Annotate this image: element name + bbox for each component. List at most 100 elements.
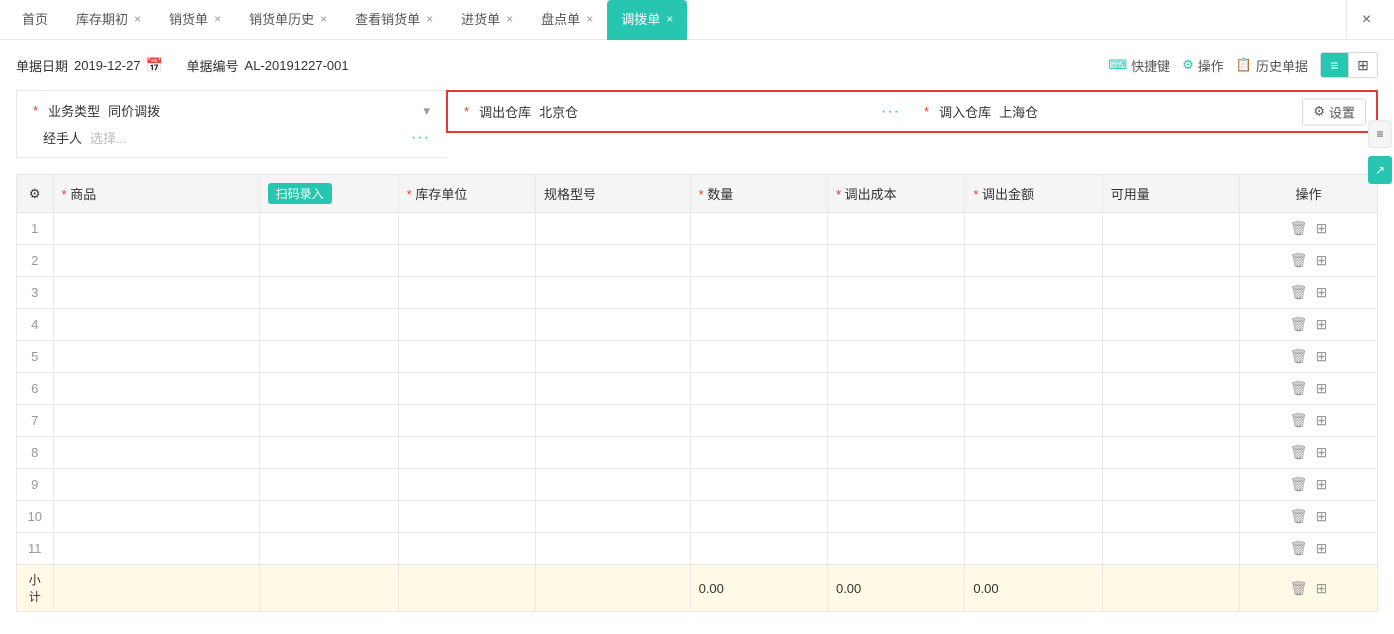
row-3-amount[interactable] — [965, 277, 1102, 309]
copy-icon[interactable]: ⊞ — [1316, 412, 1328, 429]
tab-transfer[interactable]: 调拨单 × — [607, 0, 687, 40]
delete-icon[interactable]: 🗑 — [1290, 540, 1308, 557]
row-5-qty[interactable] — [690, 341, 827, 373]
copy-icon[interactable]: ⊞ — [1316, 380, 1328, 397]
tab-sales-history-close[interactable]: × — [320, 12, 327, 26]
tab-stocktake[interactable]: 盘点单 × — [527, 0, 607, 40]
row-4-spec[interactable] — [536, 309, 691, 341]
row-7-qty[interactable] — [690, 405, 827, 437]
delete-icon[interactable]: 🗑 — [1290, 284, 1308, 301]
delete-icon[interactable]: 🗑 — [1290, 444, 1308, 461]
row-1-amount[interactable] — [965, 213, 1102, 245]
row-11-unit[interactable] — [398, 533, 535, 565]
row-5-amount[interactable] — [965, 341, 1102, 373]
tab-purchase-close[interactable]: × — [506, 12, 513, 26]
copy-icon[interactable]: ⊞ — [1316, 220, 1328, 237]
row-7-unit[interactable] — [398, 405, 535, 437]
row-8-qty[interactable] — [690, 437, 827, 469]
delete-icon[interactable]: 🗑 — [1290, 348, 1308, 365]
tab-sales-history[interactable]: 销货单历史 × — [235, 0, 341, 40]
row-2-spec[interactable] — [536, 245, 691, 277]
tab-inventory-init-close[interactable]: × — [134, 12, 141, 26]
copy-icon[interactable]: ⊞ — [1316, 252, 1328, 269]
delete-icon[interactable]: 🗑 — [1290, 252, 1308, 269]
tab-inventory-init[interactable]: 库存期初 × — [62, 0, 155, 40]
row-10-qty[interactable] — [690, 501, 827, 533]
tab-stocktake-close[interactable]: × — [586, 12, 593, 26]
subtotal-copy-icon[interactable]: ⊞ — [1316, 580, 1328, 597]
row-11-amount[interactable] — [965, 533, 1102, 565]
subtotal-delete-icon[interactable]: 🗑 — [1290, 580, 1308, 597]
delete-icon[interactable]: 🗑 — [1290, 476, 1308, 493]
row-6-product[interactable] — [53, 373, 259, 405]
row-4-product[interactable] — [53, 309, 259, 341]
row-6-amount[interactable] — [965, 373, 1102, 405]
row-9-spec[interactable] — [536, 469, 691, 501]
tab-sales-order[interactable]: 销货单 × — [155, 0, 235, 40]
copy-icon[interactable]: ⊞ — [1316, 508, 1328, 525]
calendar-icon[interactable]: 📅 — [147, 57, 163, 73]
row-9-unit[interactable] — [398, 469, 535, 501]
row-1-unit[interactable] — [398, 213, 535, 245]
history-action[interactable]: 📋 历史单据 — [1236, 56, 1308, 75]
copy-icon[interactable]: ⊞ — [1316, 444, 1328, 461]
row-11-qty[interactable] — [690, 533, 827, 565]
row-5-cost[interactable] — [827, 341, 964, 373]
tab-transfer-close[interactable]: × — [666, 12, 673, 26]
row-5-product[interactable] — [53, 341, 259, 373]
in-warehouse-value[interactable]: 上海仓 — [999, 102, 1333, 121]
row-2-cost[interactable] — [827, 245, 964, 277]
row-6-spec[interactable] — [536, 373, 691, 405]
row-11-cost[interactable] — [827, 533, 964, 565]
delete-icon[interactable]: 🗑 — [1290, 380, 1308, 397]
row-5-unit[interactable] — [398, 341, 535, 373]
row-11-product[interactable] — [53, 533, 259, 565]
row-11-spec[interactable] — [536, 533, 691, 565]
sidebar-expand-btn[interactable]: ↗ — [1368, 156, 1392, 184]
row-4-amount[interactable] — [965, 309, 1102, 341]
copy-icon[interactable]: ⊞ — [1316, 476, 1328, 493]
delete-icon[interactable]: 🗑 — [1290, 412, 1308, 429]
out-warehouse-more-icon[interactable]: ··· — [881, 103, 900, 121]
delete-icon[interactable]: 🗑 — [1290, 220, 1308, 237]
row-6-qty[interactable] — [690, 373, 827, 405]
row-8-cost[interactable] — [827, 437, 964, 469]
row-10-spec[interactable] — [536, 501, 691, 533]
row-10-product[interactable] — [53, 501, 259, 533]
business-type-dropdown-icon[interactable]: ▾ — [423, 103, 430, 119]
row-7-product[interactable] — [53, 405, 259, 437]
row-2-product[interactable] — [53, 245, 259, 277]
list-view-btn[interactable]: ≡ — [1321, 53, 1349, 77]
row-9-qty[interactable] — [690, 469, 827, 501]
handler-value[interactable]: 选择... — [90, 128, 127, 147]
row-2-amount[interactable] — [965, 245, 1102, 277]
operations-action[interactable]: ⚙ 操作 — [1182, 56, 1224, 75]
delete-icon[interactable]: 🗑 — [1290, 316, 1308, 333]
row-10-unit[interactable] — [398, 501, 535, 533]
handler-more-icon[interactable]: ··· — [411, 129, 430, 147]
shortcut-action[interactable]: ⌨ 快捷键 — [1108, 56, 1170, 75]
tab-purchase[interactable]: 进货单 × — [447, 0, 527, 40]
business-type-value[interactable]: 同价调拨 — [108, 101, 411, 120]
row-5-spec[interactable] — [536, 341, 691, 373]
row-8-product[interactable] — [53, 437, 259, 469]
copy-icon[interactable]: ⊞ — [1316, 316, 1328, 333]
row-7-cost[interactable] — [827, 405, 964, 437]
copy-icon[interactable]: ⊞ — [1316, 284, 1328, 301]
row-8-amount[interactable] — [965, 437, 1102, 469]
row-4-cost[interactable] — [827, 309, 964, 341]
out-warehouse-value[interactable]: 北京仓 — [539, 102, 873, 121]
row-3-qty[interactable] — [690, 277, 827, 309]
row-2-qty[interactable] — [690, 245, 827, 277]
row-2-unit[interactable] — [398, 245, 535, 277]
row-9-product[interactable] — [53, 469, 259, 501]
row-1-qty[interactable] — [690, 213, 827, 245]
row-8-spec[interactable] — [536, 437, 691, 469]
row-10-amount[interactable] — [965, 501, 1102, 533]
sidebar-list-btn[interactable]: ≡ — [1368, 120, 1392, 148]
copy-icon[interactable]: ⊞ — [1316, 540, 1328, 557]
row-9-cost[interactable] — [827, 469, 964, 501]
row-6-unit[interactable] — [398, 373, 535, 405]
row-8-unit[interactable] — [398, 437, 535, 469]
tab-view-sales[interactable]: 查看销货单 × — [341, 0, 447, 40]
